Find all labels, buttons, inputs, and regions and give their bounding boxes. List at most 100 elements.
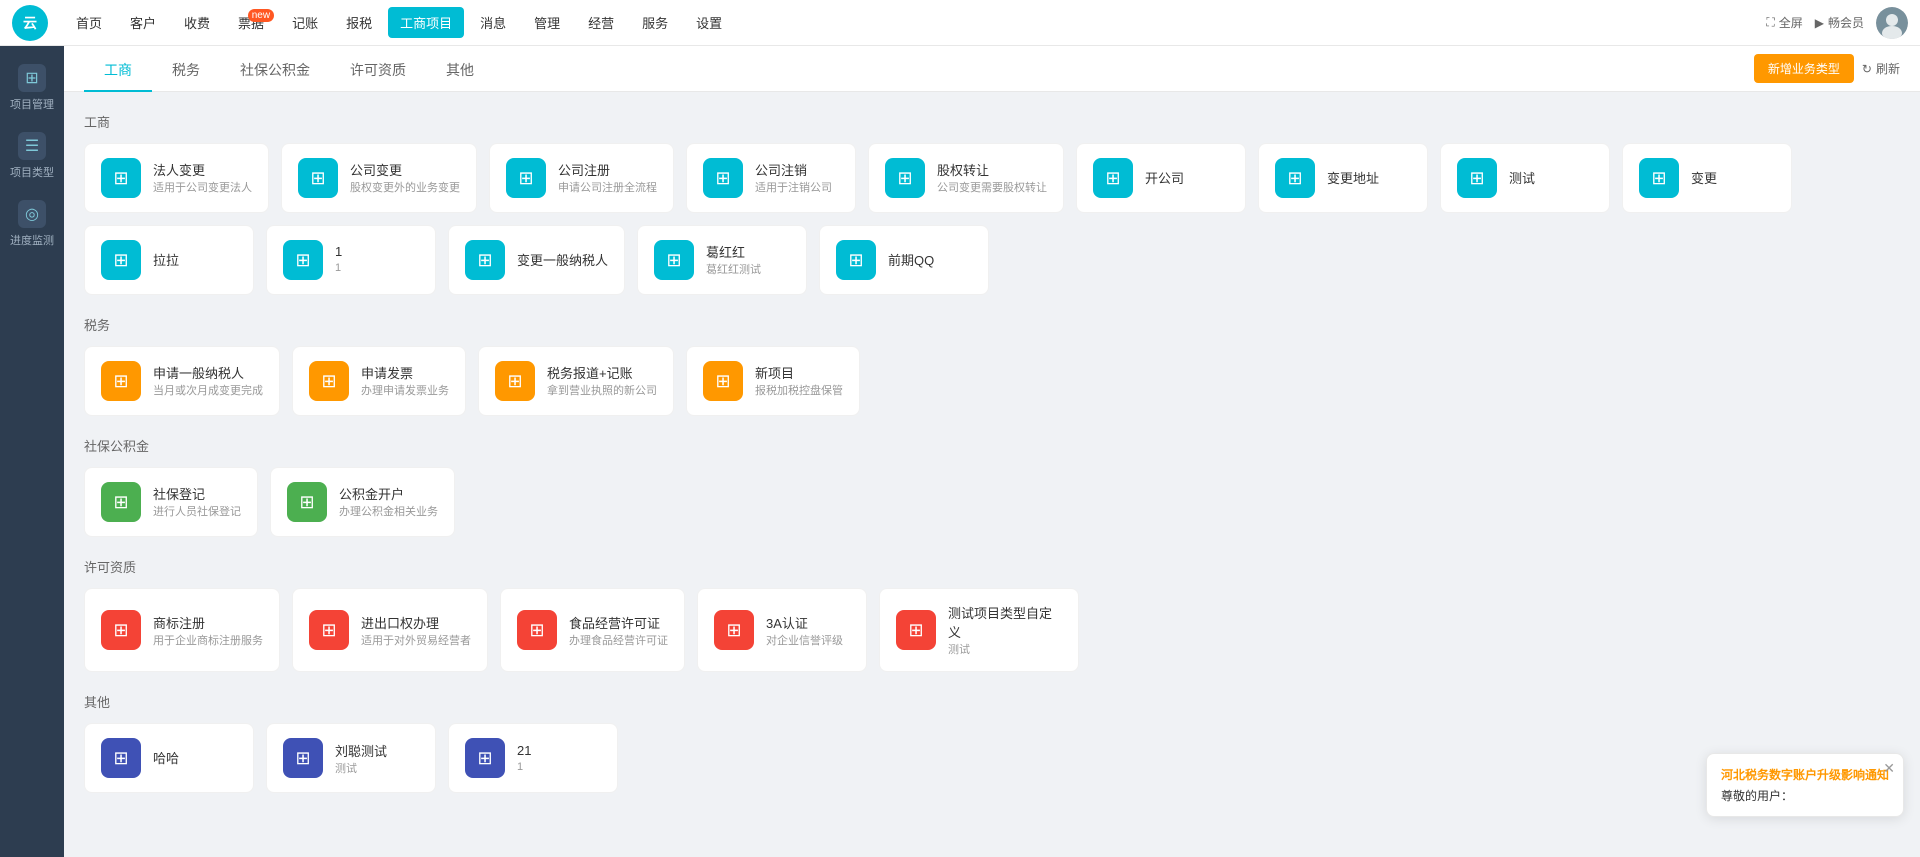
card-测试[interactable]: ⊞ 测试 (1440, 143, 1610, 213)
card-desc: 报税加税控盘保管 (755, 384, 843, 398)
card-icon: ⊞ (836, 240, 876, 280)
card-公司变更[interactable]: ⊞ 公司变更 股权变更外的业务变更 (281, 143, 477, 213)
card-哈哈[interactable]: ⊞ 哈哈 (84, 723, 254, 793)
card-icon: ⊞ (465, 738, 505, 778)
sub-tab-许可资质[interactable]: 许可资质 (330, 50, 426, 92)
card-name: 商标注册 (153, 613, 263, 632)
nav-item-记账[interactable]: 记账 (280, 7, 330, 38)
section-title: 税务 (84, 315, 1900, 334)
card-股权转让[interactable]: ⊞ 股权转让 公司变更需要股权转让 (868, 143, 1064, 213)
sub-tab-工商[interactable]: 工商 (84, 50, 152, 92)
card-icon: ⊞ (1639, 158, 1679, 198)
sidebar-item-进度监测[interactable]: ◎ 进度监测 (0, 190, 64, 258)
card-name: 社保登记 (153, 484, 241, 503)
card-测试项目类型自定义[interactable]: ⊞ 测试项目类型自定义 测试 (879, 588, 1079, 672)
card-name: 申请发票 (361, 363, 449, 382)
card-desc: 葛红红测试 (706, 263, 761, 277)
card-新项目[interactable]: ⊞ 新项目 报税加税控盘保管 (686, 346, 860, 416)
card-icon: ⊞ (714, 610, 754, 650)
nav-item-票据[interactable]: 票据new (226, 7, 276, 38)
nav-item-客户[interactable]: 客户 (118, 7, 168, 38)
card-税务报道+记账[interactable]: ⊞ 税务报道+记账 拿到营业执照的新公司 (478, 346, 674, 416)
card-21[interactable]: ⊞ 21 1 (448, 723, 618, 793)
refresh-button[interactable]: ↻ 刷新 (1862, 60, 1900, 77)
sidebar: ⊞ 项目管理 ☰ 项目类型 ◎ 进度监测 (0, 46, 64, 857)
card-text: 哈哈 (153, 748, 179, 769)
card-text: 测试项目类型自定义 测试 (948, 603, 1062, 657)
card-前期QQ[interactable]: ⊞ 前期QQ (819, 225, 989, 295)
card-公司注册[interactable]: ⊞ 公司注册 申请公司注册全流程 (489, 143, 674, 213)
nav-item-经营[interactable]: 经营 (576, 7, 626, 38)
card-name: 股权转让 (937, 160, 1047, 179)
sidebar-item-项目管理[interactable]: ⊞ 项目管理 (0, 54, 64, 122)
card-text: 拉拉 (153, 250, 179, 271)
card-拉拉[interactable]: ⊞ 拉拉 (84, 225, 254, 295)
nav-item-首页[interactable]: 首页 (64, 7, 114, 38)
card-icon: ⊞ (506, 158, 546, 198)
main-layout: ⊞ 项目管理 ☰ 项目类型 ◎ 进度监测 工商税务社保公积金许可资质其他 新增业… (0, 46, 1920, 857)
nav-item-收费[interactable]: 收费 (172, 7, 222, 38)
notification-close[interactable]: ✕ (1883, 760, 1895, 777)
card-text: 3A认证 对企业信誉评级 (766, 613, 843, 648)
card-text: 前期QQ (888, 250, 934, 271)
card-icon: ⊞ (885, 158, 925, 198)
new-type-button[interactable]: 新增业务类型 (1754, 54, 1854, 83)
card-text: 食品经营许可证 办理食品经营许可证 (569, 613, 668, 648)
nav-item-设置[interactable]: 设置 (684, 7, 734, 38)
sub-tab-社保公积金[interactable]: 社保公积金 (220, 50, 330, 92)
nav-item-工商项目[interactable]: 工商项目 (388, 7, 464, 38)
card-name: 变更地址 (1327, 168, 1379, 187)
card-食品经营许可证[interactable]: ⊞ 食品经营许可证 办理食品经营许可证 (500, 588, 685, 672)
card-开公司[interactable]: ⊞ 开公司 (1076, 143, 1246, 213)
sub-tab-税务[interactable]: 税务 (152, 50, 220, 92)
card-变更[interactable]: ⊞ 变更 (1622, 143, 1792, 213)
card-name: 新项目 (755, 363, 843, 382)
member-button[interactable]: ▶ 畅会员 (1815, 14, 1864, 31)
card-desc: 1 (335, 261, 342, 275)
card-desc: 办理申请发票业务 (361, 384, 449, 398)
card-text: 法人变更 适用于公司变更法人 (153, 160, 252, 195)
sub-tab-其他[interactable]: 其他 (426, 50, 494, 92)
card-葛红红[interactable]: ⊞ 葛红红 葛红红测试 (637, 225, 807, 295)
nav-item-报税[interactable]: 报税 (334, 7, 384, 38)
card-申请一般纳税人[interactable]: ⊞ 申请一般纳税人 当月或次月成变更完成 (84, 346, 280, 416)
card-申请发票[interactable]: ⊞ 申请发票 办理申请发票业务 (292, 346, 466, 416)
sidebar-item-项目类型[interactable]: ☰ 项目类型 (0, 122, 64, 190)
card-公积金开户[interactable]: ⊞ 公积金开户 办理公积金相关业务 (270, 467, 455, 537)
user-avatar[interactable] (1876, 7, 1908, 39)
card-法人变更[interactable]: ⊞ 法人变更 适用于公司变更法人 (84, 143, 269, 213)
card-icon: ⊞ (1093, 158, 1133, 198)
card-desc: 适用于公司变更法人 (153, 181, 252, 195)
card-desc: 1 (517, 760, 531, 774)
card-text: 开公司 (1145, 168, 1184, 189)
nav-badge-票据: new (248, 9, 274, 22)
card-name: 进出口权办理 (361, 613, 471, 632)
sidebar-icon: ⊞ (18, 64, 46, 92)
card-desc: 对企业信誉评级 (766, 634, 843, 648)
card-1[interactable]: ⊞ 1 1 (266, 225, 436, 295)
card-3A认证[interactable]: ⊞ 3A认证 对企业信誉评级 (697, 588, 867, 672)
refresh-label: 刷新 (1876, 60, 1900, 77)
card-desc: 测试 (948, 643, 1062, 657)
card-变更一般纳税人[interactable]: ⊞ 变更一般纳税人 (448, 225, 625, 295)
card-name: 开公司 (1145, 168, 1184, 187)
card-商标注册[interactable]: ⊞ 商标注册 用于企业商标注册服务 (84, 588, 280, 672)
card-变更地址[interactable]: ⊞ 变更地址 (1258, 143, 1428, 213)
nav-item-服务[interactable]: 服务 (630, 7, 680, 38)
card-name: 3A认证 (766, 613, 843, 632)
card-icon: ⊞ (1275, 158, 1315, 198)
tab-actions: 新增业务类型 ↻ 刷新 (1754, 54, 1900, 91)
sidebar-icon: ☰ (18, 132, 46, 160)
card-进出口权办理[interactable]: ⊞ 进出口权办理 适用于对外贸易经营者 (292, 588, 488, 672)
card-社保登记[interactable]: ⊞ 社保登记 进行人员社保登记 (84, 467, 258, 537)
card-刘聪测试[interactable]: ⊞ 刘聪测试 测试 (266, 723, 436, 793)
nav-item-消息[interactable]: 消息 (468, 7, 518, 38)
nav-item-管理[interactable]: 管理 (522, 7, 572, 38)
fullscreen-button[interactable]: ⛶ 全屏 (1766, 14, 1802, 31)
card-text: 变更地址 (1327, 168, 1379, 189)
card-icon: ⊞ (287, 482, 327, 522)
app-logo[interactable]: 云 (12, 5, 48, 41)
card-公司注销[interactable]: ⊞ 公司注销 适用于注销公司 (686, 143, 856, 213)
card-name: 公司注销 (755, 160, 832, 179)
section-title: 工商 (84, 112, 1900, 131)
